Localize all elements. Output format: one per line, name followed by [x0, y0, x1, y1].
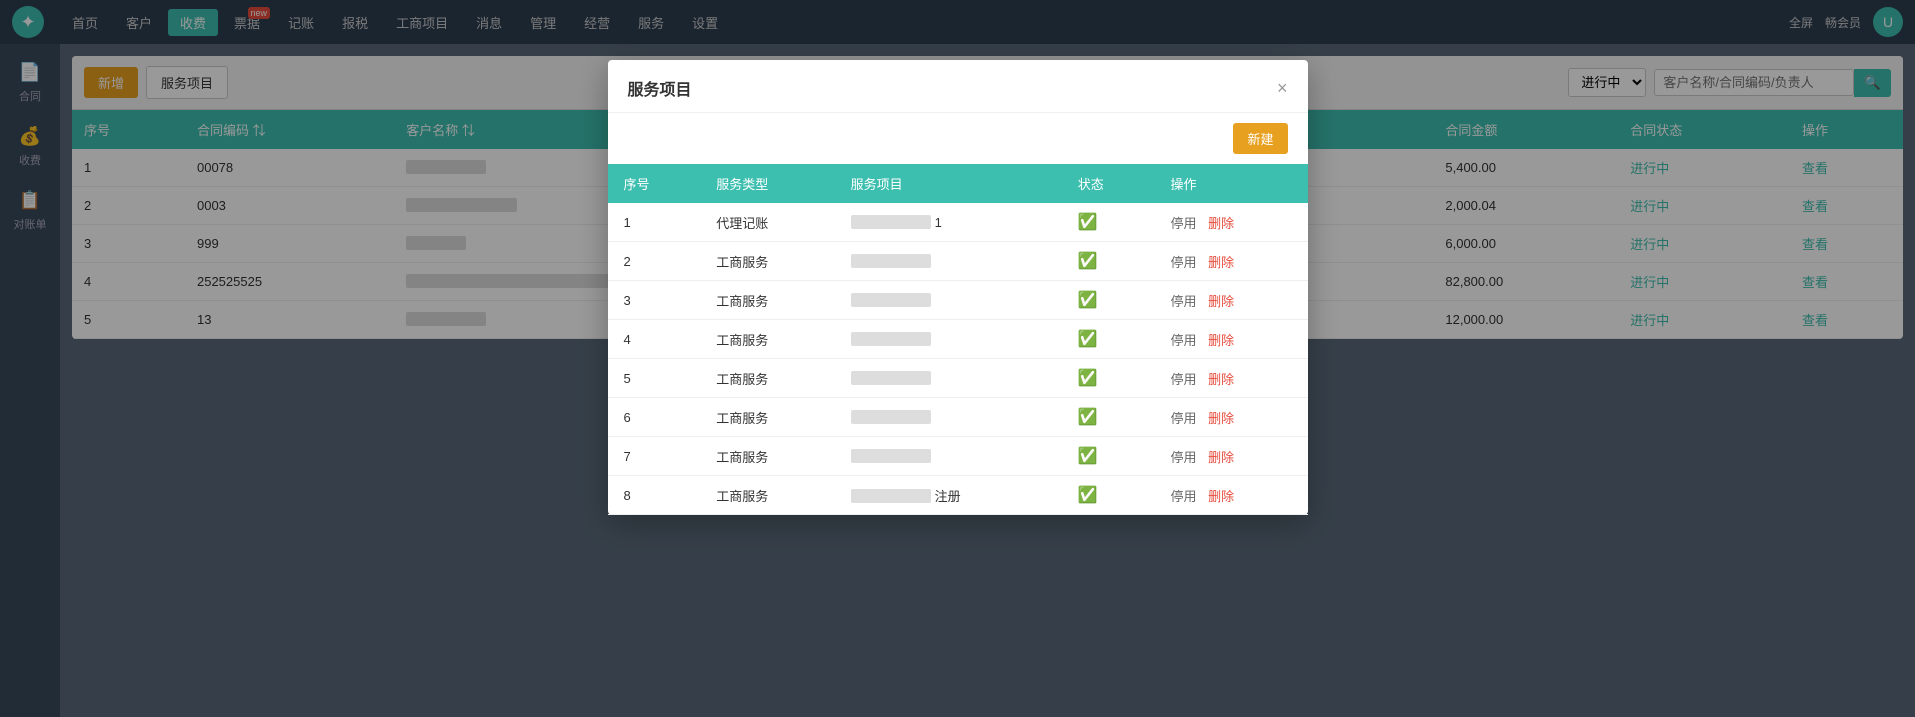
- delete-button[interactable]: 删除: [1208, 408, 1234, 427]
- modal-cell-type: 工商服务: [700, 398, 834, 437]
- delete-button[interactable]: 删除: [1208, 486, 1234, 505]
- modal-cell-status: ✅: [1062, 437, 1155, 476]
- modal-cell-item: [835, 437, 1062, 476]
- modal-cell-action: 停用 删除: [1154, 359, 1307, 398]
- modal-cell-type: 工商服务: [700, 359, 834, 398]
- modal-cell-status: ✅: [1062, 476, 1155, 515]
- modal-table-row: 5 工商服务 ✅ 停用 删除: [608, 359, 1308, 398]
- modal-cell-seq: 6: [608, 398, 701, 437]
- modal-cell-action: 停用 删除: [1154, 281, 1307, 320]
- modal-body: 序号 服务类型 服务项目 状态 操作 1 代理记账 1 ✅ 停用 删除: [608, 164, 1308, 515]
- status-check-icon: ✅: [1078, 214, 1098, 231]
- modal-cell-item: [835, 359, 1062, 398]
- modal-cell-action: 停用 删除: [1154, 398, 1307, 437]
- status-check-icon: ✅: [1078, 292, 1098, 309]
- modal-cell-item: [835, 242, 1062, 281]
- modal-cell-seq: 3: [608, 281, 701, 320]
- modal-cell-item: 注册: [835, 476, 1062, 515]
- stop-button[interactable]: 停用: [1170, 330, 1196, 349]
- modal-cell-status: ✅: [1062, 320, 1155, 359]
- modal-new-button[interactable]: 新建: [1233, 123, 1287, 154]
- modal-cell-seq: 8: [608, 476, 701, 515]
- modal-cell-seq: 4: [608, 320, 701, 359]
- modal-header: 服务项目 ×: [608, 60, 1308, 113]
- modal-close-button[interactable]: ×: [1277, 79, 1288, 97]
- modal-cell-type: 工商服务: [700, 437, 834, 476]
- delete-button[interactable]: 删除: [1208, 369, 1234, 388]
- stop-button[interactable]: 停用: [1170, 408, 1196, 427]
- modal-cell-item: [835, 398, 1062, 437]
- status-check-icon: ✅: [1078, 253, 1098, 270]
- stop-button[interactable]: 停用: [1170, 291, 1196, 310]
- stop-button[interactable]: 停用: [1170, 486, 1196, 505]
- status-check-icon: ✅: [1078, 487, 1098, 504]
- modal-cell-status: ✅: [1062, 281, 1155, 320]
- delete-button[interactable]: 删除: [1208, 291, 1234, 310]
- delete-button[interactable]: 删除: [1208, 330, 1234, 349]
- modal-cell-action: 停用 删除: [1154, 203, 1307, 242]
- modal-cell-type: 工商服务: [700, 242, 834, 281]
- modal-cell-item: [835, 281, 1062, 320]
- modal-col-item: 服务项目: [835, 164, 1062, 203]
- modal-title: 服务项目: [628, 76, 692, 100]
- modal-cell-action: 停用 删除: [1154, 320, 1307, 359]
- modal-table-row: 3 工商服务 ✅ 停用 删除: [608, 281, 1308, 320]
- service-modal: 服务项目 × 新建 序号 服务类型 服务项目 状态: [608, 60, 1308, 515]
- modal-col-action: 操作: [1154, 164, 1307, 203]
- modal-header-row: 序号 服务类型 服务项目 状态 操作: [608, 164, 1308, 203]
- modal-col-status: 状态: [1062, 164, 1155, 203]
- main-content: 新增 服务项目 进行中 已结束 全部 🔍: [60, 44, 1915, 717]
- modal-cell-item: 1: [835, 203, 1062, 242]
- modal-cell-status: ✅: [1062, 242, 1155, 281]
- status-check-icon: ✅: [1078, 409, 1098, 426]
- delete-button[interactable]: 删除: [1208, 252, 1234, 271]
- main-layout: 📄 合同 💰 收费 📋 对账单 新增 服务项目 进行中 已结束 全部: [0, 44, 1915, 717]
- modal-cell-type: 工商服务: [700, 476, 834, 515]
- modal-cell-seq: 5: [608, 359, 701, 398]
- modal-overlay[interactable]: 服务项目 × 新建 序号 服务类型 服务项目 状态: [60, 44, 1915, 717]
- modal-cell-action: 停用 删除: [1154, 242, 1307, 281]
- delete-button[interactable]: 删除: [1208, 213, 1234, 232]
- modal-cell-item: [835, 320, 1062, 359]
- modal-cell-type: 工商服务: [700, 320, 834, 359]
- modal-cell-seq: 2: [608, 242, 701, 281]
- status-check-icon: ✅: [1078, 331, 1098, 348]
- modal-cell-status: ✅: [1062, 359, 1155, 398]
- modal-table-row: 7 工商服务 ✅ 停用 删除: [608, 437, 1308, 476]
- stop-button[interactable]: 停用: [1170, 252, 1196, 271]
- modal-table-row: 8 工商服务 注册 ✅ 停用 删除: [608, 476, 1308, 515]
- modal-col-type: 服务类型: [700, 164, 834, 203]
- modal-table-row: 6 工商服务 ✅ 停用 删除: [608, 398, 1308, 437]
- modal-cell-seq: 1: [608, 203, 701, 242]
- delete-button[interactable]: 删除: [1208, 447, 1234, 466]
- modal-col-seq: 序号: [608, 164, 701, 203]
- modal-cell-action: 停用 删除: [1154, 437, 1307, 476]
- modal-cell-seq: 7: [608, 437, 701, 476]
- modal-cell-status: ✅: [1062, 398, 1155, 437]
- status-check-icon: ✅: [1078, 370, 1098, 387]
- modal-cell-status: ✅: [1062, 203, 1155, 242]
- modal-toolbar: 新建: [608, 113, 1308, 164]
- modal-cell-type: 代理记账: [700, 203, 834, 242]
- status-check-icon: ✅: [1078, 448, 1098, 465]
- modal-table-row: 2 工商服务 ✅ 停用 删除: [608, 242, 1308, 281]
- modal-cell-type: 工商服务: [700, 281, 834, 320]
- stop-button[interactable]: 停用: [1170, 447, 1196, 466]
- stop-button[interactable]: 停用: [1170, 369, 1196, 388]
- modal-table-row: 4 工商服务 ✅ 停用 删除: [608, 320, 1308, 359]
- modal-service-table: 序号 服务类型 服务项目 状态 操作 1 代理记账 1 ✅ 停用 删除: [608, 164, 1308, 515]
- modal-cell-action: 停用 删除: [1154, 476, 1307, 515]
- stop-button[interactable]: 停用: [1170, 213, 1196, 232]
- modal-table-row: 1 代理记账 1 ✅ 停用 删除: [608, 203, 1308, 242]
